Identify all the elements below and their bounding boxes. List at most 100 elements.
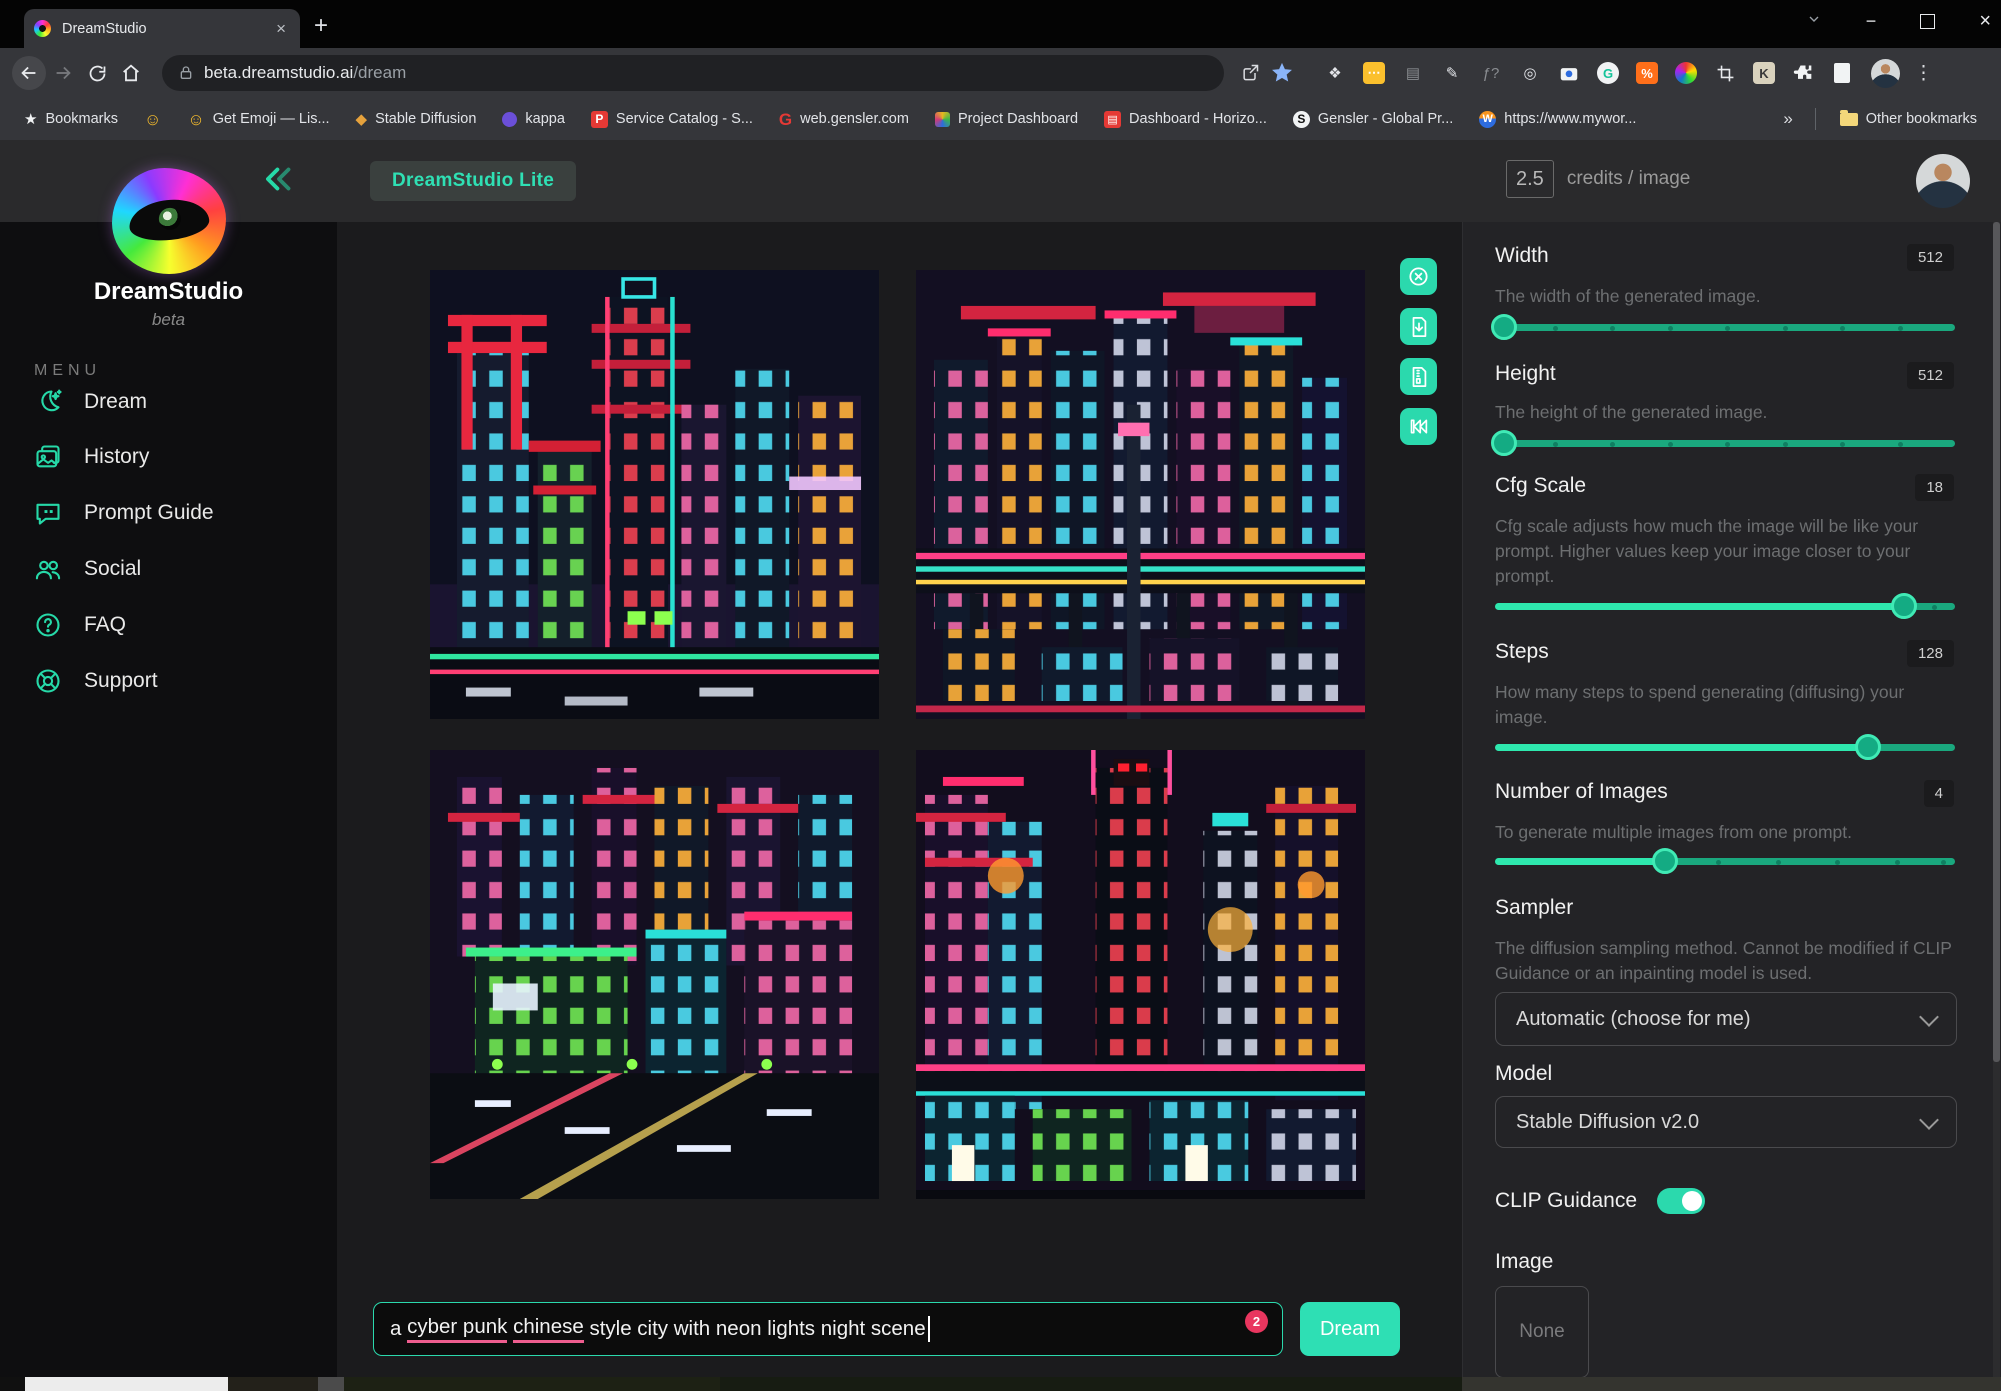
diamond-icon: ◆: [355, 110, 368, 128]
sidebar-collapse-button[interactable]: [260, 160, 298, 203]
colorpicker-extension-icon[interactable]: [1671, 58, 1701, 88]
forward-button[interactable]: [46, 56, 80, 90]
bookmark-star-icon[interactable]: [1266, 57, 1298, 89]
steps-description: How many steps to spend generating (diff…: [1495, 682, 1905, 727]
dream-button[interactable]: Dream: [1300, 1302, 1400, 1356]
sidebar-item-support[interactable]: Support: [34, 664, 314, 698]
height-label: Height: [1495, 362, 1556, 385]
close-circle-icon: [1409, 267, 1428, 286]
height-slider[interactable]: [1491, 430, 1955, 456]
back-button[interactable]: [12, 56, 46, 90]
sidebar-item-history[interactable]: History: [34, 440, 314, 474]
number-of-images-value: 4: [1923, 780, 1954, 807]
sampler-dropdown[interactable]: Automatic (choose for me): [1495, 992, 1957, 1046]
bookmark-stable-diffusion[interactable]: ◆ Stable Diffusion: [346, 107, 487, 131]
download-zip-button[interactable]: [1400, 358, 1437, 395]
prompt-input[interactable]: a cyber punk chinese style city with neo…: [373, 1302, 1283, 1356]
avast-extension-icon[interactable]: %: [1632, 58, 1662, 88]
browser-tab-dreamstudio[interactable]: DreamStudio ×: [24, 9, 300, 48]
panel-scrollbar[interactable]: [1993, 222, 2000, 1391]
tab-close-icon[interactable]: ×: [272, 18, 290, 39]
sidebar-extension-icon[interactable]: [1827, 58, 1857, 88]
new-tab-button[interactable]: +: [314, 12, 328, 40]
restart-generation-button[interactable]: [1400, 408, 1437, 445]
bookmark-manager-extension-icon[interactable]: ▤: [1398, 58, 1428, 88]
browser-profile-avatar[interactable]: [1871, 58, 1900, 88]
bookmark-gensler-web[interactable]: Gweb.gensler.com: [769, 107, 919, 132]
bookmark-dashboard-horizon[interactable]: ▤ Dashboard - Horizo...: [1094, 107, 1277, 132]
clip-extension-icon[interactable]: ◎: [1515, 58, 1545, 88]
generated-image-1[interactable]: [430, 270, 879, 719]
background-window-strip: [0, 1377, 25, 1391]
steps-slider[interactable]: [1495, 734, 1955, 760]
address-bar[interactable]: beta.dreamstudio.ai/dream: [162, 55, 1224, 91]
pen-extension-icon[interactable]: ✎: [1437, 58, 1467, 88]
bookmark-myworkday[interactable]: Whttps://www.mywor...: [1469, 107, 1646, 132]
bookmark-service-catalog[interactable]: P Service Catalog - S...: [581, 107, 763, 132]
width-slider-thumb[interactable]: [1491, 314, 1518, 340]
app-header: DreamStudio Lite 2.5 credits / image: [0, 140, 2001, 222]
w-circle-icon: W: [1479, 110, 1497, 128]
generated-image-4[interactable]: [916, 750, 1365, 1199]
layers-extension-icon[interactable]: ❖: [1320, 58, 1350, 88]
bookmark-project-dashboard[interactable]: Project Dashboard: [925, 107, 1088, 131]
lifebuoy-icon: [36, 669, 60, 693]
model-dropdown[interactable]: Stable Diffusion v2.0: [1495, 1096, 1957, 1148]
clip-guidance-toggle[interactable]: [1657, 1188, 1706, 1214]
bookmark-kappa[interactable]: kappa: [492, 107, 575, 131]
dreamstudio-lite-badge[interactable]: DreamStudio Lite: [370, 161, 577, 201]
init-image-label: Image: [1495, 1250, 1554, 1273]
background-window-strip: [25, 1377, 228, 1391]
sidebar-item-label: FAQ: [84, 613, 127, 636]
number-of-images-slider[interactable]: [1495, 848, 1955, 874]
reload-button[interactable]: [80, 56, 114, 90]
home-button[interactable]: [114, 56, 148, 90]
function-extension-icon[interactable]: ƒ?: [1476, 58, 1506, 88]
sidebar-item-dream[interactable]: Dream: [34, 385, 314, 419]
cfg-scale-slider[interactable]: [1495, 593, 1955, 619]
panel-scrollbar-thumb[interactable]: [1993, 222, 2000, 1062]
bookmark-emoji[interactable]: ☺: [134, 107, 171, 132]
s-circle-icon: S: [1292, 110, 1310, 128]
width-slider[interactable]: [1491, 314, 1955, 340]
sidebar-item-prompt-guide[interactable]: Prompt Guide: [34, 496, 314, 530]
extensions-puzzle-icon[interactable]: [1788, 58, 1818, 88]
prompt-text: a: [390, 1317, 408, 1340]
prompt-count-badge: 2: [1245, 1310, 1268, 1333]
dismiss-results-button[interactable]: [1400, 258, 1437, 295]
moon-stars-icon: [41, 389, 62, 412]
crop-extension-icon[interactable]: [1710, 58, 1740, 88]
window-close-button[interactable]: ×: [1979, 10, 1991, 33]
notes-extension-icon[interactable]: ⋯: [1359, 58, 1389, 88]
dreamstudio-logo[interactable]: [112, 168, 226, 274]
height-description: The height of the generated image.: [1495, 402, 1768, 422]
generated-image-3[interactable]: [430, 750, 879, 1199]
steps-slider-thumb[interactable]: [1854, 734, 1881, 760]
bookmark-get-emoji[interactable]: ☺ Get Emoji — Lis...: [177, 107, 339, 132]
init-image-upload-box[interactable]: None: [1495, 1286, 1589, 1378]
screenshot-extension-icon[interactable]: [1554, 58, 1584, 88]
bookmark-gensler-global[interactable]: S Gensler - Global Pr...: [1283, 107, 1463, 132]
sidebar-item-label: History: [84, 445, 150, 468]
user-avatar[interactable]: [1916, 154, 1970, 208]
other-bookmarks-folder[interactable]: Other bookmarks: [1830, 107, 1987, 131]
download-image-button[interactable]: [1400, 308, 1437, 345]
window-menu-chevron-icon[interactable]: [1806, 11, 1822, 32]
browser-menu-kebab-icon[interactable]: ⋮: [1914, 62, 1934, 85]
share-icon[interactable]: [1234, 57, 1266, 89]
bookmark-bookmarks[interactable]: ★ Bookmarks: [14, 107, 128, 131]
grammarly-extension-icon[interactable]: G: [1593, 58, 1623, 88]
maximize-button[interactable]: [1920, 13, 1936, 29]
star-icon: ★: [24, 110, 38, 128]
sidebar-item-faq[interactable]: FAQ: [34, 608, 314, 642]
cfg-scale-slider-thumb[interactable]: [1891, 593, 1918, 619]
question-circle-icon: [36, 613, 60, 637]
height-slider-thumb[interactable]: [1491, 430, 1518, 456]
generated-image-2[interactable]: [916, 270, 1365, 719]
bookmarks-overflow-chevron[interactable]: »: [1775, 109, 1800, 129]
sidebar-item-social[interactable]: Social: [34, 552, 314, 586]
keeper-extension-icon[interactable]: K: [1749, 58, 1779, 88]
sampler-description: The diffusion sampling method. Cannot be…: [1495, 938, 1952, 983]
number-of-images-slider-thumb[interactable]: [1652, 848, 1679, 874]
minimize-button[interactable]: −: [1866, 11, 1877, 32]
